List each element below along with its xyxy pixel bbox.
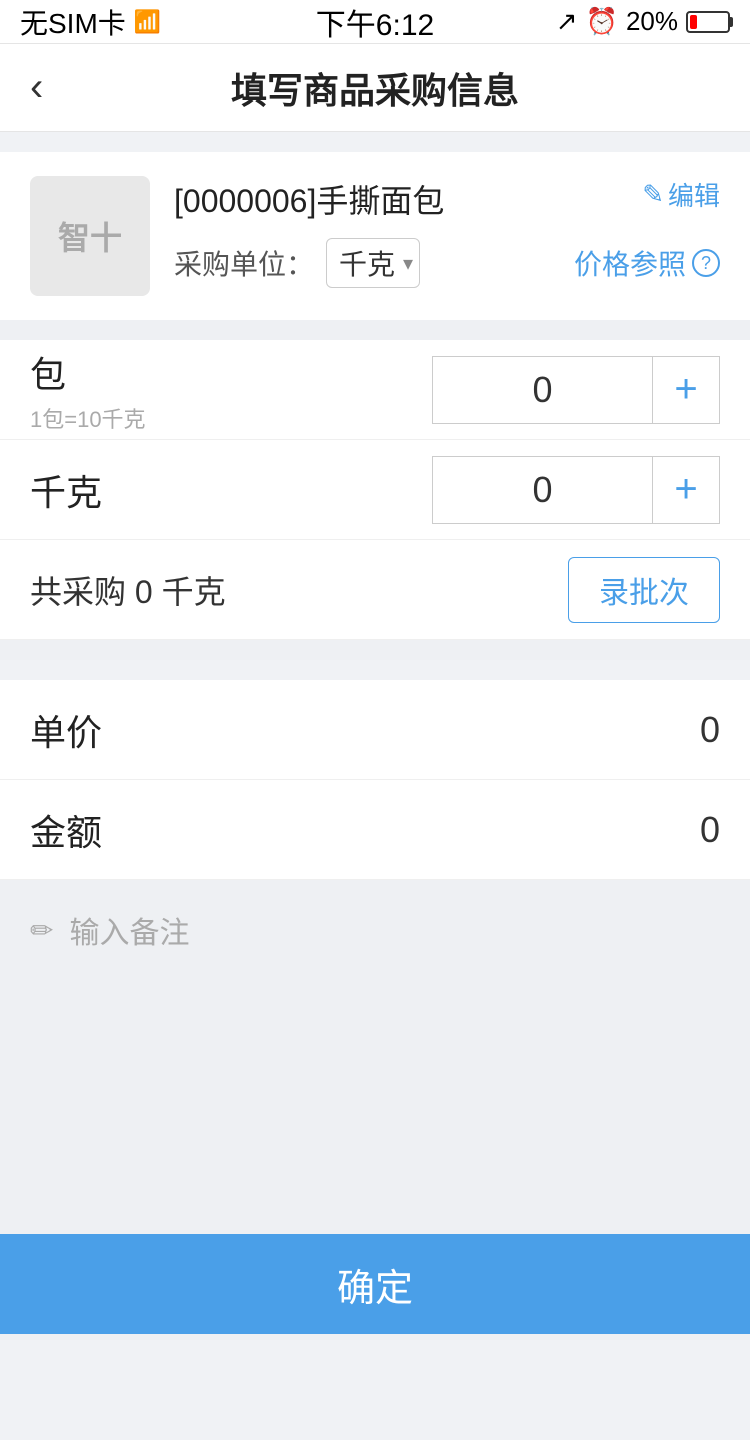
status-bar: 无SIM卡 📶 下午6:12 ↗ ⏰ 20% — [0, 0, 750, 44]
product-image-logo: 智十 — [58, 213, 122, 259]
price-row-unit: 单价 0 — [0, 680, 750, 780]
price-value-amount: 0 — [700, 809, 720, 851]
alarm-icon: ⏰ — [586, 6, 618, 37]
product-bottom: 采购单位： 千克 价格参照 ? — [174, 238, 720, 288]
product-image: 智十 — [30, 176, 150, 296]
pencil-icon: ✏ — [30, 914, 53, 947]
product-card: 智十 [0000006]手撕面包 ✎ 编辑 采购单位： 千克 价格参照 — [0, 152, 750, 320]
plus-button-bao[interactable]: + — [652, 356, 720, 424]
unit-label: 采购单位： — [174, 243, 314, 283]
nav-bar: ‹ 填写商品采购信息 — [0, 44, 750, 132]
price-ref-button[interactable]: 价格参照 ? — [574, 243, 720, 283]
input-label-main-bao: 包 — [30, 346, 146, 398]
location-icon: ↗ — [556, 6, 578, 37]
status-time: 下午6:12 — [316, 0, 434, 44]
input-section: 包 1包=10千克 + 千克 + 共采购 0 千克 录批次 — [0, 340, 750, 640]
input-row-bao: 包 1包=10千克 + — [0, 340, 750, 440]
status-carrier: 无SIM卡 📶 — [20, 2, 161, 42]
input-label-main-kg: 千克 — [30, 464, 102, 516]
summary-row: 共采购 0 千克 录批次 — [0, 540, 750, 640]
page-title: 填写商品采购信息 — [231, 62, 519, 114]
qty-input-kg[interactable] — [432, 456, 652, 524]
input-right-bao: + — [432, 356, 720, 424]
back-button[interactable]: ‹ — [30, 65, 43, 110]
input-label-kg: 千克 — [30, 464, 102, 516]
product-info: [0000006]手撕面包 ✎ 编辑 采购单位： 千克 价格参照 ? — [174, 176, 720, 288]
unit-value: 千克 — [339, 243, 395, 283]
wifi-icon: 📶 — [134, 9, 161, 35]
edit-icon: ✎ — [642, 179, 664, 210]
price-ref-label: 价格参照 — [574, 243, 686, 283]
price-row-amount: 金额 0 — [0, 780, 750, 880]
price-label-unit: 单价 — [30, 704, 102, 756]
edit-button[interactable]: ✎ 编辑 — [642, 176, 720, 213]
batch-button[interactable]: 录批次 — [568, 557, 720, 623]
section-divider-2 — [0, 640, 750, 660]
plus-button-kg[interactable]: + — [652, 456, 720, 524]
section-divider-1 — [0, 320, 750, 340]
battery-percent: 20% — [626, 6, 678, 37]
note-section[interactable]: ✏ 输入备注 — [0, 880, 750, 980]
input-label-sub-bao: 1包=10千克 — [30, 402, 146, 434]
unit-row: 采购单位： 千克 — [174, 238, 420, 288]
unit-selector[interactable]: 千克 — [326, 238, 420, 288]
edit-label: 编辑 — [668, 176, 720, 213]
price-label-amount: 金额 — [30, 804, 102, 856]
status-right: ↗ ⏰ 20% — [556, 6, 730, 37]
product-top: [0000006]手撕面包 ✎ 编辑 — [174, 176, 720, 222]
product-name: [0000006]手撕面包 — [174, 176, 444, 222]
summary-text: 共采购 0 千克 — [30, 567, 226, 613]
input-label-bao: 包 1包=10千克 — [30, 346, 146, 434]
note-input-placeholder[interactable]: 输入备注 — [69, 908, 189, 952]
qty-input-bao[interactable] — [432, 356, 652, 424]
price-ref-hint-icon: ? — [692, 249, 720, 277]
price-value-unit: 0 — [700, 709, 720, 751]
input-row-kg: 千克 + — [0, 440, 750, 540]
confirm-button[interactable]: 确定 — [0, 1234, 750, 1334]
price-section: 单价 0 金额 0 — [0, 680, 750, 880]
battery-indicator — [686, 11, 730, 33]
input-right-kg: + — [432, 456, 720, 524]
